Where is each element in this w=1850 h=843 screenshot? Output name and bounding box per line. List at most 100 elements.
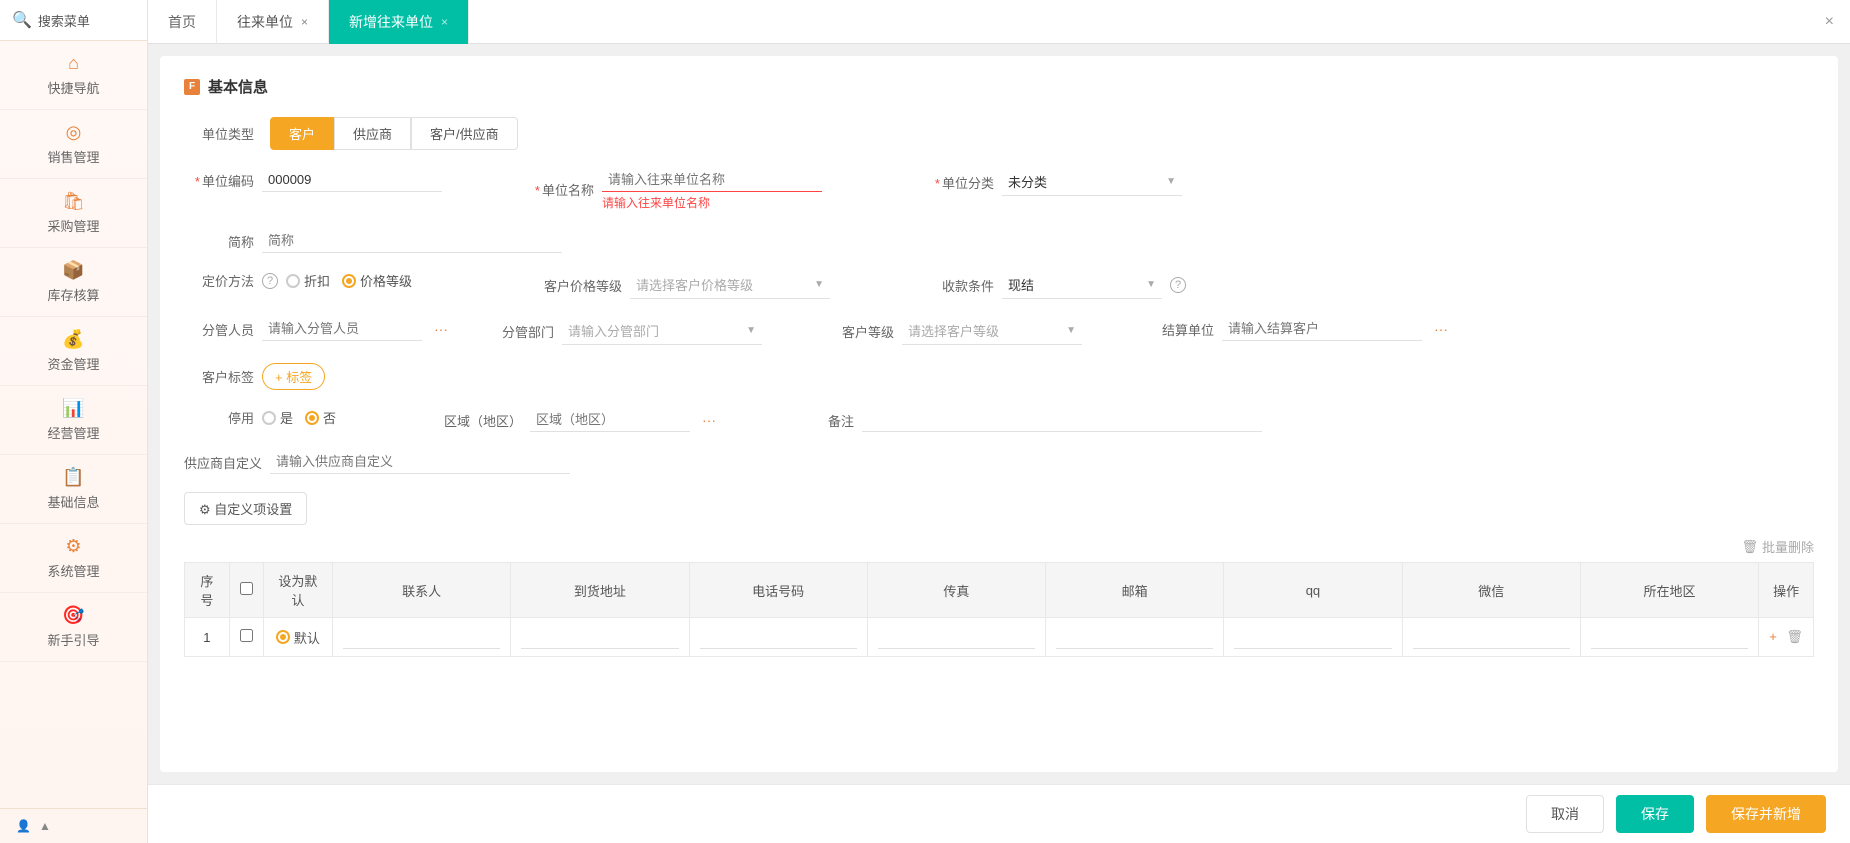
col-phone: 电话号码 <box>689 563 867 618</box>
customer-level-select[interactable]: 请选择客户等级 ▼ <box>902 317 1082 345</box>
row-qq <box>1224 618 1402 657</box>
tab-new-contact[interactable]: 新增往来单位 × <box>329 0 469 44</box>
row-default-radio[interactable] <box>276 630 290 644</box>
user-icon: 👤 <box>16 819 31 833</box>
select-all-checkbox[interactable] <box>240 582 253 595</box>
disabled-no-option[interactable]: 否 <box>305 408 336 427</box>
region-more-btn[interactable]: ··· <box>698 412 720 428</box>
col-qq: qq <box>1224 563 1402 618</box>
pricing-discount-option[interactable]: 折扣 <box>286 271 330 290</box>
cancel-button[interactable]: 取消 <box>1526 795 1604 833</box>
customer-level-placeholder: 请选择客户等级 <box>908 321 999 340</box>
row-email-input[interactable] <box>1056 625 1213 649</box>
disabled-region-row: 停用 是 否 区域（地区） ··· 备注 <box>184 408 1814 432</box>
row-location-input[interactable] <box>1591 625 1748 649</box>
row-fax-input[interactable] <box>878 625 1035 649</box>
unit-type-both-btn[interactable]: 客户/供应商 <box>411 117 518 150</box>
tab-contacts-close[interactable]: × <box>301 15 308 29</box>
pricing-level-radio[interactable] <box>342 274 356 288</box>
row-address <box>511 618 689 657</box>
unit-code-input[interactable] <box>262 168 442 192</box>
row-qq-input[interactable] <box>1234 625 1391 649</box>
tab-home[interactable]: 首页 <box>148 0 217 44</box>
contacts-table: 序号 设为默认 联系人 到货地址 电话号码 传真 邮箱 qq 微信 所在地区 操… <box>184 562 1814 657</box>
settlement-unit-more-btn[interactable]: ··· <box>1430 321 1452 337</box>
settlement-unit-input[interactable] <box>1222 317 1422 341</box>
sidebar-search-label: 搜索菜单 <box>38 11 90 30</box>
customer-price-level-select[interactable]: 请选择客户价格等级 ▼ <box>630 271 830 299</box>
disabled-no-radio[interactable] <box>305 411 319 425</box>
search-icon: 🔍 <box>12 10 32 30</box>
department-select[interactable]: 请输入分管部门 ▼ <box>562 317 762 345</box>
sidebar-item-label: 采购管理 <box>47 216 99 235</box>
sales-icon: ◎ <box>66 122 82 143</box>
row-address-input[interactable] <box>521 625 678 649</box>
customer-level-chevron: ▼ <box>1066 325 1076 336</box>
unit-code-label: 单位编码 <box>184 171 254 190</box>
row-phone-input[interactable] <box>700 625 857 649</box>
tab-new-contact-close[interactable]: × <box>441 15 448 29</box>
col-default: 设为默认 <box>263 563 332 618</box>
payment-terms-help-icon[interactable]: ? <box>1170 277 1186 293</box>
unit-type-supplier-btn[interactable]: 供应商 <box>334 117 411 150</box>
sidebar-item-sales-mgmt[interactable]: ◎ 销售管理 <box>0 110 147 179</box>
manager-row: 分管人员 ··· 分管部门 请输入分管部门 ▼ 客户等级 请选择客户等级 ▼ 结… <box>184 317 1814 345</box>
row-checkbox[interactable] <box>240 629 253 642</box>
sidebar-item-label: 系统管理 <box>47 561 99 580</box>
row-location <box>1580 618 1758 657</box>
sidebar-item-inventory[interactable]: 📦 库存核算 <box>0 248 147 317</box>
quick-nav-icon: ⌂ <box>68 53 79 74</box>
sidebar-item-quick-nav[interactable]: ⌂ 快捷导航 <box>0 41 147 110</box>
sidebar-bottom-user[interactable]: 👤 ▲ <box>0 809 147 843</box>
save-new-button[interactable]: 保存并新增 <box>1706 795 1826 833</box>
remark-input[interactable] <box>862 408 1262 432</box>
sidebar-bottom: 👤 ▲ <box>0 808 147 843</box>
inventory-icon: 📦 <box>62 260 84 281</box>
window-close-button[interactable]: × <box>1809 13 1850 31</box>
sidebar-item-basic-info[interactable]: 📋 基础信息 <box>0 455 147 524</box>
sidebar-search[interactable]: 🔍 搜索菜单 <box>0 0 147 41</box>
unit-name-input[interactable] <box>602 168 822 192</box>
short-name-input[interactable] <box>262 229 562 253</box>
batch-delete-label[interactable]: 批量删除 <box>1762 537 1814 556</box>
disabled-no-label: 否 <box>323 408 336 427</box>
section-icon: F <box>184 79 200 95</box>
pricing-discount-radio[interactable] <box>286 274 300 288</box>
col-email: 邮箱 <box>1045 563 1223 618</box>
payment-terms-select[interactable]: 现结 ▼ <box>1002 271 1162 299</box>
row-default-radio-label[interactable]: 默认 <box>274 628 322 647</box>
disabled-yes-option[interactable]: 是 <box>262 408 293 427</box>
row-contact-input[interactable] <box>343 625 500 649</box>
sidebar-item-purchase-mgmt[interactable]: 🛍 采购管理 <box>0 179 147 248</box>
row-check <box>229 618 263 657</box>
sidebar-item-finance[interactable]: 💰 资金管理 <box>0 317 147 386</box>
row-add-btn[interactable]: + <box>1769 629 1777 644</box>
unit-type-customer-btn[interactable]: 客户 <box>270 117 334 150</box>
manager-label: 分管人员 <box>184 320 254 339</box>
region-input[interactable] <box>530 408 690 432</box>
row-wechat-input[interactable] <box>1413 625 1570 649</box>
supplier-custom-input[interactable] <box>270 450 570 474</box>
save-button[interactable]: 保存 <box>1616 795 1694 833</box>
sidebar-item-sys-mgmt[interactable]: ⚙ 系统管理 <box>0 524 147 593</box>
tab-contacts[interactable]: 往来单位 × <box>217 0 329 44</box>
customer-level-label: 客户等级 <box>824 322 894 341</box>
sidebar-item-label: 新手引导 <box>47 630 99 649</box>
pricing-level-option[interactable]: 价格等级 <box>342 271 412 290</box>
add-tag-button[interactable]: + 标签 <box>262 363 325 390</box>
sidebar-item-label: 库存核算 <box>47 285 99 304</box>
remark-group: 备注 <box>784 408 1814 432</box>
short-name-group: 简称 <box>184 229 1814 253</box>
pricing-help-icon[interactable]: ? <box>262 273 278 289</box>
supplier-custom-label: 供应商自定义 <box>184 453 262 472</box>
disabled-yes-radio[interactable] <box>262 411 276 425</box>
disabled-label: 停用 <box>184 408 254 427</box>
manager-more-btn[interactable]: ··· <box>430 321 452 337</box>
sidebar-item-operations[interactable]: 📊 经营管理 <box>0 386 147 455</box>
sidebar-item-newbie[interactable]: 🎯 新手引导 <box>0 593 147 662</box>
sys-icon: ⚙ <box>65 536 81 557</box>
manager-input[interactable] <box>262 317 422 341</box>
unit-category-select[interactable]: 未分类 ▼ <box>1002 168 1182 196</box>
row-delete-btn[interactable]: 🗑 <box>1786 629 1803 644</box>
custom-settings-button[interactable]: ⚙ 自定义项设置 <box>184 492 307 525</box>
